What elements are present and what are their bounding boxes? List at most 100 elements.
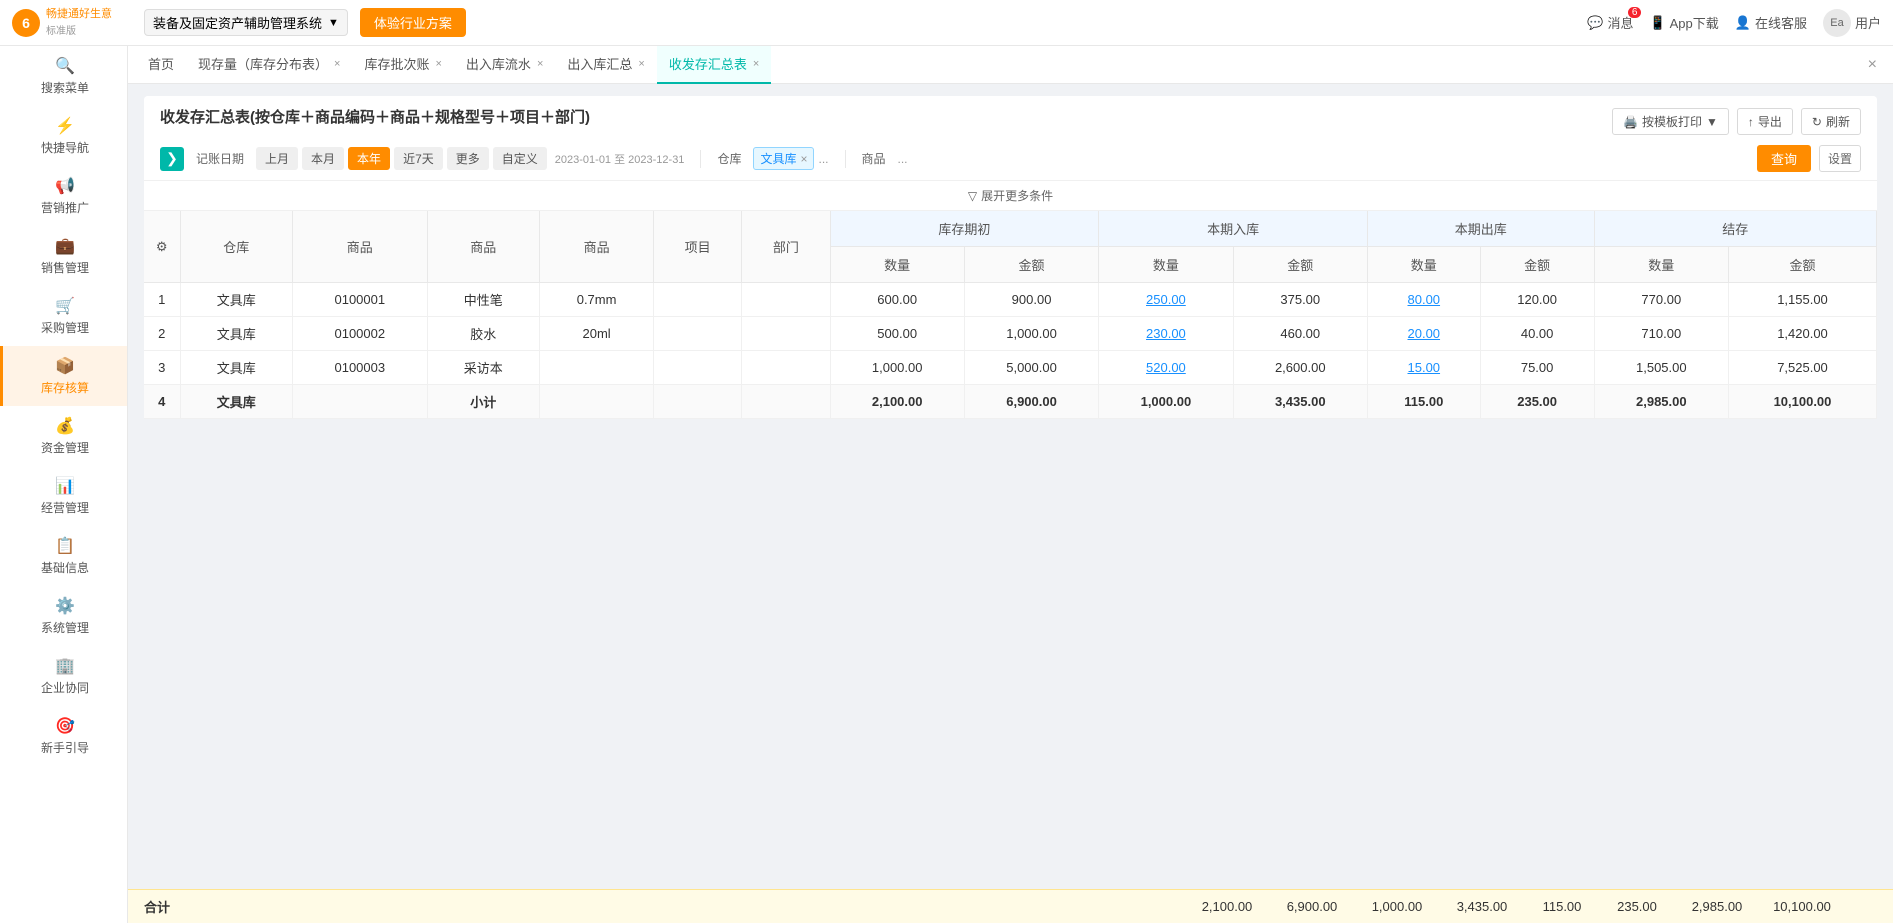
tab-home[interactable]: 首页 bbox=[136, 46, 186, 84]
quick-icon: ⚡ bbox=[55, 116, 75, 136]
main-layout: 🔍 搜索菜单 ⚡ 快捷导航 📢 营销推广 💼 销售管理 🛒 采购管理 📦 库存核… bbox=[0, 46, 1893, 923]
expand-icon: ▽ bbox=[968, 189, 977, 203]
tab-stock-dist-close[interactable]: × bbox=[334, 58, 340, 70]
sidebar-item-sales[interactable]: 💼 销售管理 bbox=[0, 226, 127, 286]
sidebar-label-finance: 资金管理 bbox=[41, 439, 89, 456]
sidebar-item-finance[interactable]: 💰 资金管理 bbox=[0, 406, 127, 466]
cell-init-amt: 900.00 bbox=[964, 283, 1098, 317]
tab-summary-close[interactable]: × bbox=[638, 58, 644, 70]
sidebar-item-basic[interactable]: 📋 基础信息 bbox=[0, 526, 127, 586]
cell-seq: 4 bbox=[144, 385, 180, 419]
refresh-label: 刷新 bbox=[1826, 113, 1850, 130]
out-qty-link[interactable]: 15.00 bbox=[1408, 360, 1441, 375]
sidebar-item-enterprise[interactable]: 🏢 企业协同 bbox=[0, 646, 127, 706]
in-qty-value: 1,000.00 bbox=[1141, 394, 1192, 409]
online-service-button[interactable]: 👤 在线客服 bbox=[1735, 13, 1807, 32]
total-bal-amt: 10,100.00 bbox=[1757, 899, 1847, 914]
print-button[interactable]: 🖨️ 按模板打印 ▼ bbox=[1612, 108, 1729, 135]
sidebar-item-guide[interactable]: 🎯 新手引导 bbox=[0, 706, 127, 766]
query-button[interactable]: 查询 bbox=[1757, 145, 1811, 172]
expand-bar[interactable]: ▽ 展开更多条件 bbox=[144, 181, 1877, 211]
tab-bar: 首页 现存量（库存分布表） × 库存批次账 × 出入库流水 × 出入库汇总 × … bbox=[128, 46, 1893, 84]
settings-button[interactable]: 设置 bbox=[1819, 145, 1861, 172]
page-content: 收发存汇总表(按仓库＋商品编码＋商品＋规格型号＋项目＋部门) 🖨️ 按模板打印 … bbox=[128, 84, 1893, 889]
period-this-year[interactable]: 本年 bbox=[348, 147, 390, 170]
cell-name: 小计 bbox=[427, 385, 540, 419]
cell-warehouse: 文具库 bbox=[180, 317, 293, 351]
message-button[interactable]: 💬 消息 6 bbox=[1587, 13, 1633, 32]
marketing-icon: 📢 bbox=[55, 176, 75, 196]
tab-recv-send-close[interactable]: × bbox=[753, 58, 759, 70]
total-out-amt: 235.00 bbox=[1597, 899, 1677, 914]
cell-out-amt: 235.00 bbox=[1480, 385, 1594, 419]
sidebar-item-search[interactable]: 🔍 搜索菜单 bbox=[0, 46, 127, 106]
sidebar-item-purchase[interactable]: 🛒 采购管理 bbox=[0, 286, 127, 346]
online-service-label: 在线客服 bbox=[1755, 13, 1807, 32]
tab-stock-dist[interactable]: 现存量（库存分布表） × bbox=[186, 46, 352, 84]
col-bal-header: 结存 bbox=[1594, 211, 1876, 247]
total-out-qty: 115.00 bbox=[1527, 899, 1597, 914]
sidebar-item-inventory[interactable]: 📦 库存核算 bbox=[0, 346, 127, 406]
system-title-dropdown[interactable]: 装备及固定资产辅助管理系统 ▼ bbox=[144, 9, 348, 36]
out-qty-link[interactable]: 20.00 bbox=[1408, 326, 1441, 341]
cell-init-qty: 1,000.00 bbox=[830, 351, 964, 385]
warehouse-tag[interactable]: 文具库 × bbox=[753, 147, 814, 170]
tab-flow[interactable]: 出入库流水 × bbox=[454, 46, 555, 84]
in-qty-link[interactable]: 520.00 bbox=[1146, 360, 1186, 375]
warehouse-more-button[interactable]: ... bbox=[818, 152, 828, 166]
period-more[interactable]: 更多 bbox=[447, 147, 489, 170]
user-button[interactable]: Ea 用户 bbox=[1823, 9, 1881, 37]
cell-out-qty: 80.00 bbox=[1367, 283, 1480, 317]
sidebar-item-operation[interactable]: 📊 经营管理 bbox=[0, 466, 127, 526]
refresh-button[interactable]: ↻ 刷新 bbox=[1801, 108, 1861, 135]
tab-batch[interactable]: 库存批次账 × bbox=[352, 46, 453, 84]
sidebar-label-search: 搜索菜单 bbox=[41, 79, 89, 96]
cell-bal-amt: 1,155.00 bbox=[1728, 283, 1876, 317]
col-init-header: 库存期初 bbox=[830, 211, 1099, 247]
tab-recv-send[interactable]: 收发存汇总表 × bbox=[657, 46, 771, 84]
cell-out-qty: 115.00 bbox=[1367, 385, 1480, 419]
tab-stock-dist-label: 现存量（库存分布表） bbox=[198, 54, 328, 73]
guide-icon: 🎯 bbox=[55, 716, 75, 736]
cell-warehouse: 文具库 bbox=[180, 351, 293, 385]
cell-warehouse: 文具库 bbox=[180, 385, 293, 419]
goods-filter-label: 商品 bbox=[862, 150, 886, 167]
operation-icon: 📊 bbox=[55, 476, 75, 496]
in-qty-link[interactable]: 230.00 bbox=[1146, 326, 1186, 341]
phone-icon: 📱 bbox=[1649, 15, 1665, 31]
period-last-month[interactable]: 上月 bbox=[256, 147, 298, 170]
col-settings-header[interactable]: ⚙ bbox=[144, 211, 180, 283]
export-button[interactable]: ↑ 导出 bbox=[1737, 108, 1793, 135]
cell-code: 0100001 bbox=[293, 283, 427, 317]
filter-divider bbox=[700, 150, 701, 168]
print-icon: 🖨️ bbox=[1623, 115, 1638, 129]
sidebar-item-quick[interactable]: ⚡ 快捷导航 bbox=[0, 106, 127, 166]
sidebar-label-basic: 基础信息 bbox=[41, 559, 89, 576]
page-title: 收发存汇总表(按仓库＋商品编码＋商品＋规格型号＋项目＋部门) bbox=[160, 106, 590, 127]
top-bar: 6 畅捷通好生意 标准版 装备及固定资产辅助管理系统 ▼ 体验行业方案 💬 消息… bbox=[0, 0, 1893, 46]
warehouse-tag-close[interactable]: × bbox=[800, 152, 807, 166]
sidebar-item-system[interactable]: ⚙️ 系统管理 bbox=[0, 586, 127, 646]
tab-bar-close-button[interactable]: × bbox=[1860, 56, 1885, 74]
tab-flow-close[interactable]: × bbox=[537, 58, 543, 70]
col-in-qty-header: 数量 bbox=[1099, 247, 1233, 283]
period-custom[interactable]: 自定义 bbox=[493, 147, 547, 170]
app-download-button[interactable]: 📱 App下载 bbox=[1649, 13, 1718, 32]
message-badge: 6 bbox=[1628, 7, 1642, 18]
filter-toggle[interactable]: ❯ bbox=[160, 147, 184, 171]
sidebar-label-enterprise: 企业协同 bbox=[41, 679, 89, 696]
in-qty-link[interactable]: 250.00 bbox=[1146, 292, 1186, 307]
trial-button[interactable]: 体验行业方案 bbox=[360, 8, 466, 37]
sidebar-label-guide: 新手引导 bbox=[41, 739, 89, 756]
cell-name: 胶水 bbox=[427, 317, 540, 351]
tab-summary[interactable]: 出入库汇总 × bbox=[555, 46, 656, 84]
period-this-month[interactable]: 本月 bbox=[302, 147, 344, 170]
cell-seq: 2 bbox=[144, 317, 180, 351]
sidebar-item-marketing[interactable]: 📢 营销推广 bbox=[0, 166, 127, 226]
period-7days[interactable]: 近7天 bbox=[394, 147, 443, 170]
goods-more-button[interactable]: ... bbox=[898, 152, 908, 166]
out-qty-link[interactable]: 80.00 bbox=[1408, 292, 1441, 307]
tab-batch-close[interactable]: × bbox=[435, 58, 441, 70]
col-dept-header: 部门 bbox=[742, 211, 830, 283]
tab-flow-label: 出入库流水 bbox=[466, 54, 531, 73]
